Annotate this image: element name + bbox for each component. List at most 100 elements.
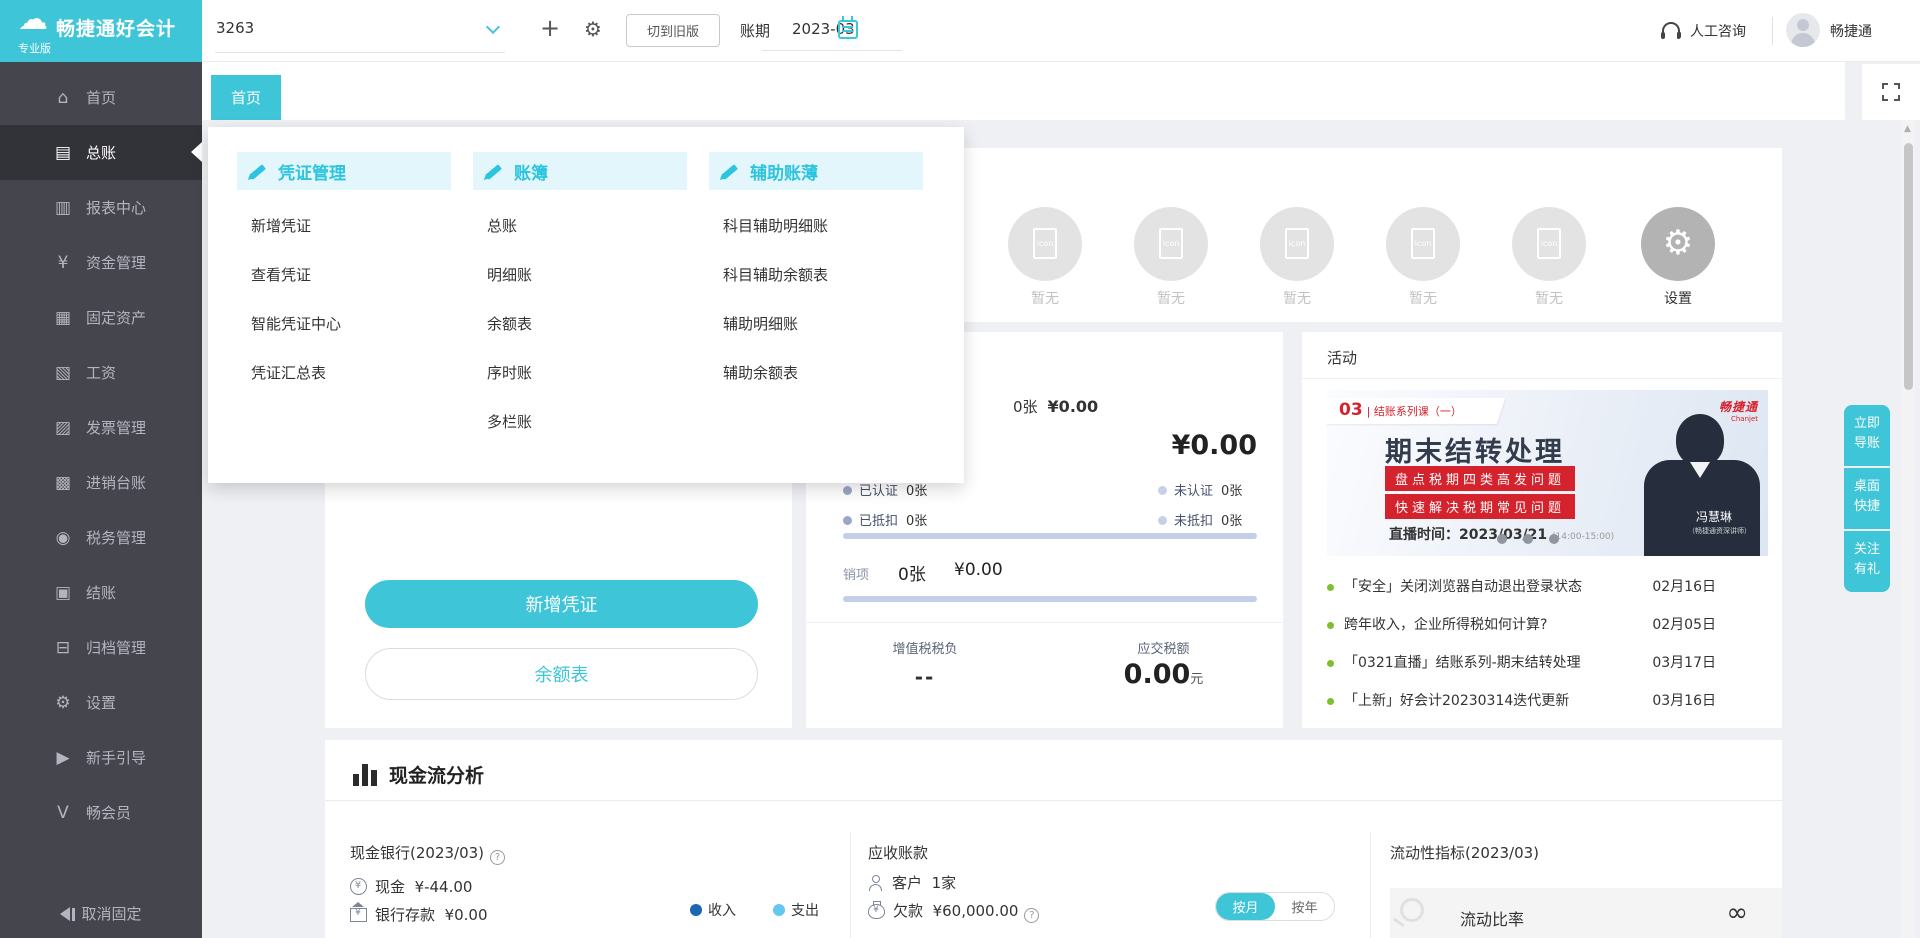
tax-unit: 元 — [1190, 672, 1204, 687]
sidebar-item-invoices[interactable]: ▨ 发票管理 — [0, 400, 202, 455]
vat-value: -- — [914, 665, 936, 689]
dropdown-header-label: 账簿 — [514, 163, 548, 184]
balance-table-button[interactable]: 余额表 — [365, 648, 758, 700]
account-underline — [215, 52, 505, 53]
activity-banner[interactable]: 03 | 结账系列课（一） 畅捷通 Chanjet 冯慧琳 （畅捷通资深讲师） 期末… — [1327, 390, 1768, 556]
quick-slot-1[interactable]: icon — [1008, 207, 1082, 281]
series-number: 03 — [1339, 400, 1363, 420]
tab-home[interactable]: 首页 — [211, 75, 281, 120]
scrollbar-up-icon[interactable]: ▲ — [1904, 124, 1911, 134]
sidebar-item-label: 进销台账 — [86, 474, 147, 492]
activity-item[interactable]: 「上新」好会计20230314迭代更新 03月16日 — [1302, 682, 1782, 720]
sidebar-item-label: 设置 — [86, 694, 117, 712]
desktop-shortcut-button[interactable]: 桌面 快捷 — [1844, 468, 1890, 529]
menu-item-aux-balance-table[interactable]: 科目辅助余额表 — [709, 251, 923, 300]
floating-buttons: 立即 导账 桌面 快捷 关注 有礼 — [1844, 405, 1890, 592]
invoice-icon: ▨ — [54, 417, 72, 438]
sidebar-item-funds[interactable]: ¥ 资金管理 — [0, 235, 202, 290]
sidebar-item-label: 工资 — [86, 364, 117, 382]
sidebar-item-label: 结账 — [86, 584, 117, 602]
gear-icon[interactable]: ⚙ — [584, 17, 602, 41]
calendar-icon[interactable] — [838, 16, 858, 39]
receivable-section-title: 应收账款 — [868, 844, 929, 862]
menu-item-balance-table[interactable]: 余额表 — [473, 300, 687, 349]
menu-item-auxiliary-balance[interactable]: 辅助余额表 — [709, 349, 923, 398]
dropdown-list: 科目辅助明细账 科目辅助余额表 辅助明细账 辅助余额表 — [709, 202, 923, 398]
speaker-title: （畅捷通资深讲师） — [1688, 527, 1751, 535]
quick-slot-4[interactable]: icon — [1386, 207, 1460, 281]
speaker-photo: 冯慧琳 （畅捷通资深讲师） — [1638, 392, 1766, 556]
sidebar-item-home[interactable]: ⌂ 首页 — [0, 70, 202, 125]
stat-value: 0张 — [906, 484, 928, 499]
activity-item[interactable]: 「0321直播」结账系列-期末结转处理 03月17日 — [1302, 644, 1782, 682]
menu-item-view-voucher[interactable]: 查看凭证 — [237, 251, 451, 300]
import-accounts-button[interactable]: 立即 导账 — [1844, 405, 1890, 466]
cashflow-title: 现金流分析 — [389, 765, 485, 787]
sidebar-item-purchase-sales[interactable]: ▩ 进销台账 — [0, 455, 202, 510]
sidebar-item-reports[interactable]: ▥ 报表中心 — [0, 180, 202, 235]
menu-item-new-voucher[interactable]: 新增凭证 — [237, 202, 451, 251]
period-toggle: 按月 按年 — [1215, 892, 1335, 921]
quick-slot-5[interactable]: icon — [1512, 207, 1586, 281]
quick-slot-label: 暂无 — [1283, 291, 1311, 307]
unpin-sidebar-button[interactable]: 取消固定 — [0, 903, 202, 924]
input-count: 0张 — [1013, 398, 1038, 416]
carousel-dot[interactable] — [1497, 534, 1507, 544]
stat-value: 0张 — [906, 514, 928, 529]
new-voucher-button[interactable]: 新增凭证 — [365, 580, 758, 628]
sidebar-item-settings[interactable]: ⚙ 设置 — [0, 675, 202, 730]
sidebar-item-fixed-assets[interactable]: ▦ 固定资产 — [0, 290, 202, 345]
sidebar-item-guide[interactable]: ▶ 新手引导 — [0, 730, 202, 785]
quick-settings-button[interactable]: ⚙ — [1641, 207, 1715, 281]
sidebar-item-tax[interactable]: ◉ 税务管理 — [0, 510, 202, 565]
menu-item-multi-column[interactable]: 多栏账 — [473, 398, 687, 447]
carousel-dot[interactable] — [1523, 534, 1533, 544]
card-divider — [325, 800, 1782, 801]
menu-item-voucher-summary[interactable]: 凭证汇总表 — [237, 349, 451, 398]
input-amount: ¥0.00 — [1047, 397, 1099, 416]
switch-old-version-button[interactable]: 切到旧版 — [626, 14, 720, 47]
support-link[interactable]: 人工咨询 — [1690, 21, 1746, 41]
button-line: 快捷 — [1853, 499, 1880, 515]
sidebar-item-membership[interactable]: Ⅴ 畅会员 — [0, 785, 202, 840]
cash-icon — [350, 878, 367, 895]
quick-slot-2[interactable]: icon — [1134, 207, 1208, 281]
chevron-down-icon[interactable] — [485, 19, 501, 35]
customer-value: 1家 — [931, 874, 957, 892]
carousel-dot[interactable] — [1549, 534, 1559, 544]
quick-settings-label: 设置 — [1664, 291, 1692, 307]
username[interactable]: 畅捷通 — [1830, 21, 1872, 41]
quick-slot-3[interactable]: icon — [1260, 207, 1334, 281]
activity-item[interactable]: 「安全」关闭浏览器自动退出登录状态 02月16日 — [1302, 568, 1782, 606]
avatar[interactable] — [1786, 13, 1820, 47]
help-icon[interactable]: ? — [1024, 908, 1040, 923]
menu-item-general-ledger[interactable]: 总账 — [473, 202, 687, 251]
menu-item-journal[interactable]: 序时账 — [473, 349, 687, 398]
sidebar-item-archive[interactable]: ⊟ 归档管理 — [0, 620, 202, 675]
sidebar-item-general-ledger[interactable]: ▤ 总账 — [0, 125, 202, 180]
tab-bar: 首页 — [202, 62, 1845, 120]
toggle-month[interactable]: 按月 — [1216, 893, 1275, 920]
menu-item-smart-voucher-center[interactable]: 智能凭证中心 — [237, 300, 451, 349]
button-line: 立即 — [1853, 416, 1880, 431]
sidebar-item-label: 畅会员 — [86, 804, 132, 822]
menu-item-detail-ledger[interactable]: 明细账 — [473, 251, 687, 300]
account-set-selector[interactable]: 3263 — [216, 19, 254, 37]
add-icon[interactable]: + — [540, 14, 560, 42]
deposit-value: ¥0.00 — [444, 906, 488, 924]
section-divider — [1370, 832, 1371, 938]
fullscreen-box[interactable] — [1862, 64, 1920, 120]
scrollbar-thumb[interactable] — [1904, 143, 1913, 390]
activity-date: 02月05日 — [1652, 617, 1716, 633]
stat-value: 0张 — [1221, 514, 1243, 529]
sidebar-item-closing[interactable]: ▣ 结账 — [0, 565, 202, 620]
help-icon[interactable]: ? — [490, 850, 506, 865]
toggle-year[interactable]: 按年 — [1275, 893, 1334, 920]
menu-item-aux-detail-ledger[interactable]: 科目辅助明细账 — [709, 202, 923, 251]
follow-gift-button[interactable]: 关注 有礼 — [1844, 531, 1890, 592]
sidebar-item-payroll[interactable]: ▧ 工资 — [0, 345, 202, 400]
ratio-value: ∞ — [1726, 898, 1748, 928]
app-logo: ☁ 畅捷通好会计 专业版 — [0, 0, 202, 62]
menu-item-auxiliary-detail[interactable]: 辅助明细账 — [709, 300, 923, 349]
activity-item[interactable]: 跨年收入，企业所得税如何计算? 02月05日 — [1302, 606, 1782, 644]
